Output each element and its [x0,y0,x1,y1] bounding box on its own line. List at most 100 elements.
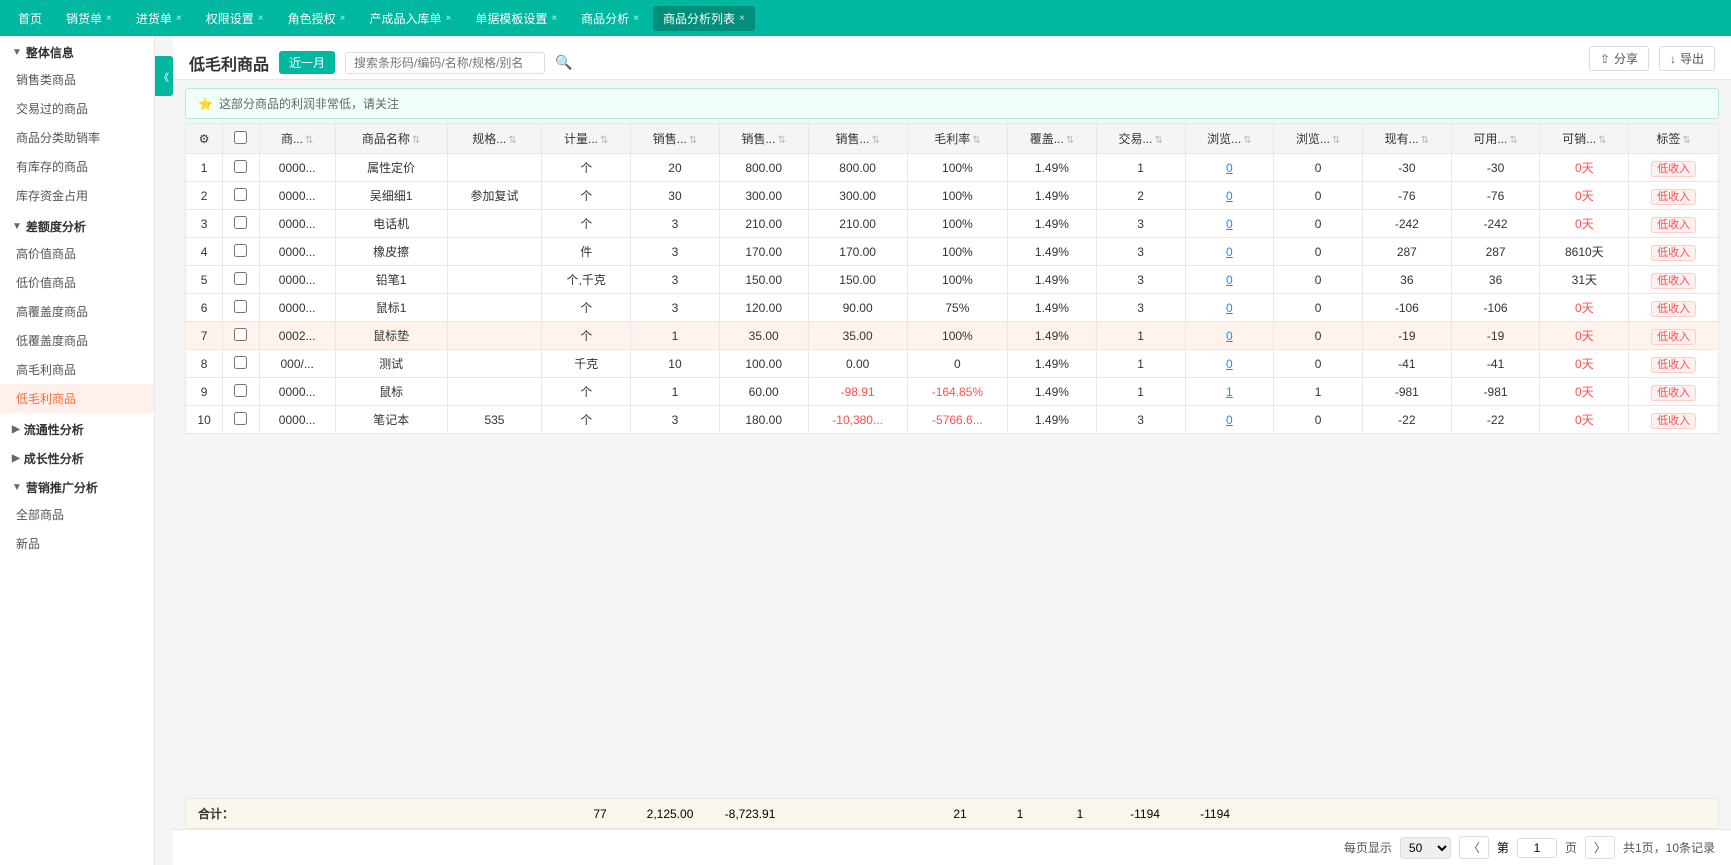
nav-purchase-order-close[interactable]: × [176,13,182,24]
row-checkbox[interactable] [234,160,247,173]
sidebar-collapse-btn[interactable]: 《 [155,56,173,96]
cell-browse1[interactable]: 0 [1185,406,1274,434]
next-page-btn[interactable]: 〉 [1585,836,1615,859]
search-btn[interactable]: 🔍 [555,54,572,71]
cell-browse1[interactable]: 0 [1185,350,1274,378]
nav-permission-close[interactable]: × [258,13,264,24]
sidebar-item-all-goods[interactable]: 全部商品 [0,500,154,529]
sidebar-item-inventory-goods[interactable]: 有库存的商品 [0,152,154,181]
row-checkbox[interactable] [234,272,247,285]
nav-template-settings[interactable]: 单据模板设置 × [465,6,567,31]
select-all-checkbox[interactable] [234,131,247,144]
nav-product-inbound[interactable]: 产成品入库单 × [359,6,461,31]
cell-checkbox[interactable] [223,210,260,238]
filter-recent-month-btn[interactable]: 近一月 [279,51,335,74]
share-btn[interactable]: ⇧ 分享 [1589,46,1649,71]
th-available[interactable]: 可用...⇅ [1451,124,1540,154]
th-sale-price[interactable]: 销售...⇅ [719,124,808,154]
sidebar-group-growth[interactable]: ▶ 成长性分析 [0,442,154,471]
nav-role-auth-close[interactable]: × [340,13,346,24]
nav-home[interactable]: 首页 [8,6,52,31]
cell-checkbox[interactable] [223,154,260,182]
nav-permission[interactable]: 权限设置 × [196,6,274,31]
th-transaction[interactable]: 交易...⇅ [1096,124,1185,154]
row-checkbox[interactable] [234,244,247,257]
sidebar-group-marketing[interactable]: ▼ 营销推广分析 [0,471,154,500]
cell-checkbox[interactable] [223,182,260,210]
per-page-select[interactable]: 50 20 100 [1400,837,1451,859]
sidebar-item-high-value[interactable]: 高价值商品 [0,239,154,268]
cell-browse1[interactable]: 0 [1185,322,1274,350]
cell-browse1[interactable]: 0 [1185,238,1274,266]
th-browse1[interactable]: 浏览...⇅ [1185,124,1274,154]
th-code[interactable]: 商...⇅ [259,124,335,154]
sidebar-item-category-rate[interactable]: 商品分类助销率 [0,123,154,152]
cell-browse1[interactable]: 1 [1185,378,1274,406]
sidebar-item-traded-goods[interactable]: 交易过的商品 [0,94,154,123]
th-sale-amount[interactable]: 销售...⇅ [808,124,907,154]
export-btn[interactable]: ↓ 导出 [1659,46,1715,71]
nav-product-inbound-close[interactable]: × [445,13,451,24]
th-browse2[interactable]: 浏览...⇅ [1274,124,1363,154]
cell-checkbox[interactable] [223,350,260,378]
sidebar-item-high-margin[interactable]: 高毛利商品 [0,355,154,384]
th-spec[interactable]: 规格...⇅ [447,124,542,154]
sidebar-group-margin[interactable]: ▼ 差额度分析 [0,210,154,239]
row-checkbox[interactable] [234,216,247,229]
row-checkbox[interactable] [234,356,247,369]
nav-sales-order-close[interactable]: × [106,13,112,24]
nav-role-auth[interactable]: 角色授权 × [278,6,356,31]
cell-spec [447,294,542,322]
th-settings[interactable]: ⚙ [186,124,223,154]
sidebar-item-high-coverage[interactable]: 高覆盖度商品 [0,297,154,326]
th-saleable[interactable]: 可销...⇅ [1540,124,1629,154]
sidebar-item-new-goods[interactable]: 新品 [0,529,154,558]
cell-checkbox[interactable] [223,322,260,350]
row-checkbox[interactable] [234,188,247,201]
cell-checkbox[interactable] [223,294,260,322]
nav-sales-order[interactable]: 销货单 × [56,6,122,31]
search-input[interactable] [345,52,545,74]
nav-product-analysis[interactable]: 商品分析 × [571,6,649,31]
row-checkbox[interactable] [234,300,247,313]
cell-checkbox[interactable] [223,238,260,266]
cell-sale-count: 20 [631,154,720,182]
cell-browse1[interactable]: 0 [1185,210,1274,238]
th-checkbox[interactable] [223,124,260,154]
sidebar-item-low-margin[interactable]: 低毛利商品 [0,384,154,413]
sidebar-item-capital[interactable]: 库存资金占用 [0,181,154,210]
cell-checkbox[interactable] [223,406,260,434]
cell-checkbox[interactable] [223,378,260,406]
cell-available: -981 [1451,378,1540,406]
sidebar-item-low-coverage[interactable]: 低覆盖度商品 [0,326,154,355]
cell-browse2: 0 [1274,210,1363,238]
th-coverage[interactable]: 覆盖...⇅ [1008,124,1097,154]
th-unit[interactable]: 计量...⇅ [542,124,631,154]
nav-template-settings-close[interactable]: × [551,13,557,24]
th-current[interactable]: 现有...⇅ [1362,124,1451,154]
th-sale-count[interactable]: 销售...⇅ [631,124,720,154]
th-tag[interactable]: 标签⇅ [1629,124,1719,154]
sidebar-group-circulation[interactable]: ▶ 流通性分析 [0,413,154,442]
nav-product-analysis-list[interactable]: 商品分析列表 × [653,6,755,31]
sidebar-group-overall[interactable]: ▼ 整体信息 [0,36,154,65]
page-input[interactable] [1517,838,1557,858]
row-checkbox[interactable] [234,328,247,341]
nav-product-analysis-close[interactable]: × [633,13,639,24]
row-checkbox[interactable] [234,412,247,425]
row-checkbox[interactable] [234,384,247,397]
cell-browse1[interactable]: 0 [1185,266,1274,294]
nav-product-analysis-list-close[interactable]: × [739,13,745,24]
th-gross-margin[interactable]: 毛利率⇅ [907,124,1007,154]
sidebar-item-low-value[interactable]: 低价值商品 [0,268,154,297]
cell-available: -22 [1451,406,1540,434]
th-name[interactable]: 商品名称⇅ [335,124,447,154]
sidebar-item-sales-goods[interactable]: 销售类商品 [0,65,154,94]
cell-checkbox[interactable] [223,266,260,294]
cell-browse1[interactable]: 0 [1185,294,1274,322]
cell-browse1[interactable]: 0 [1185,154,1274,182]
prev-page-btn[interactable]: 〈 [1459,836,1489,859]
cell-browse1[interactable]: 0 [1185,182,1274,210]
nav-purchase-order[interactable]: 进货单 × [126,6,192,31]
content-area: 低毛利商品 近一月 🔍 ⇧ 分享 ↓ 导出 ⭐ 这部 [173,36,1731,865]
